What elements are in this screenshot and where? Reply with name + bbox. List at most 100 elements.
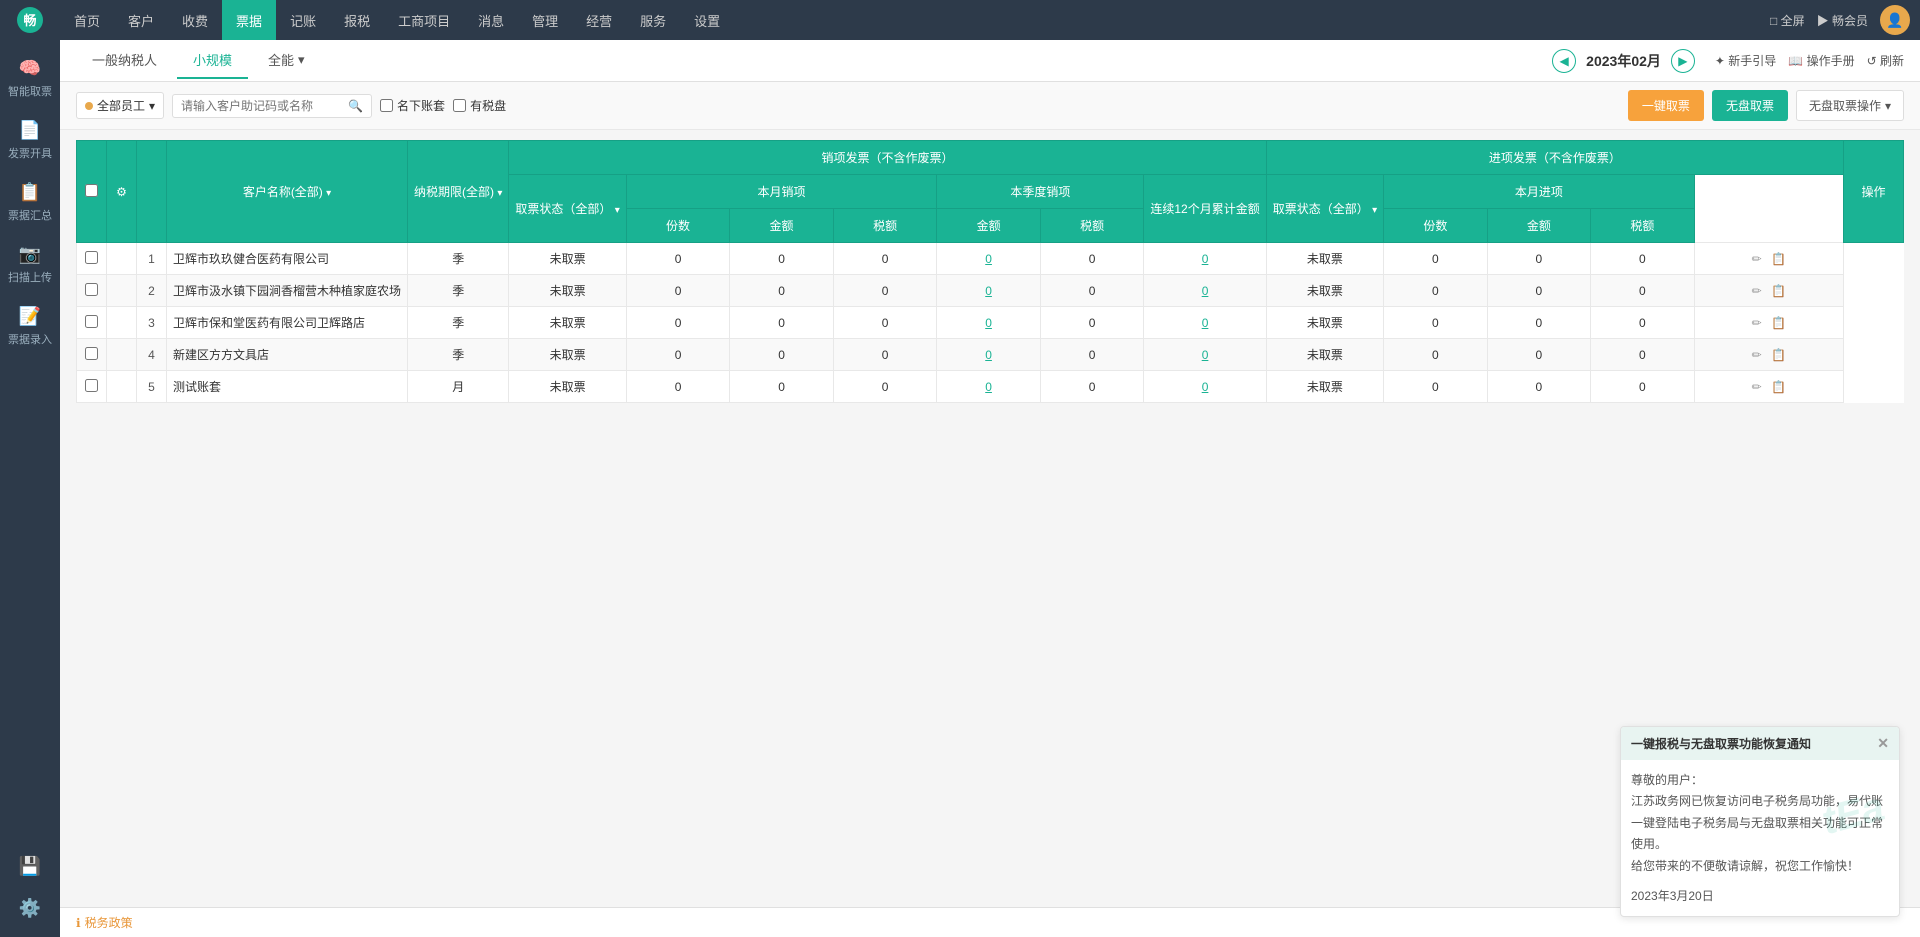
sidebar-item-issue-invoice[interactable]: 📄 发票开具: [2, 112, 58, 169]
smart-invoice-icon: 🧠: [19, 58, 41, 79]
own-accounts-checkbox[interactable]: [380, 99, 393, 112]
row-detail-icon[interactable]: 📋: [1771, 284, 1786, 298]
fullscreen-btn[interactable]: □ 全屏: [1770, 12, 1805, 29]
sales-12m-link[interactable]: 0: [1202, 348, 1209, 362]
row-action-cell: [107, 339, 137, 371]
table-row: 2 卫辉市汲水镇下园涧香榴营木种植家庭农场 季 未取票 0 0 0 0 0 0 …: [77, 275, 1904, 307]
row-checkbox[interactable]: [85, 379, 98, 392]
sidebar-item-smart-invoice[interactable]: 🧠 智能取票: [2, 50, 58, 107]
sidebar-label-issue: 发票开具: [8, 145, 52, 161]
row-checkbox[interactable]: [85, 283, 98, 296]
tax-policy-link[interactable]: 税务政策: [85, 914, 133, 931]
tab-all[interactable]: 全能 ▾: [252, 42, 321, 79]
row-tax-period: 季: [408, 339, 509, 371]
sidebar-item-entry[interactable]: 📝 票据录入: [2, 298, 58, 355]
nav-operations[interactable]: 经营: [572, 0, 626, 40]
row-tax-period: 季: [408, 243, 509, 275]
nodisk-ops-chevron-icon: ▾: [1885, 99, 1891, 113]
new-guide-btn[interactable]: ✦ 新手引导: [1715, 52, 1776, 69]
th-sales-quarter: 本季度销项: [937, 175, 1144, 209]
row-sales-quarter-tax: 0: [1040, 275, 1144, 307]
th-sales-month-tax: 税额: [833, 209, 937, 243]
nav-invoice[interactable]: 票据: [222, 0, 276, 40]
sales-quarter-link[interactable]: 0: [985, 252, 992, 266]
sidebar-settings-icon[interactable]: ⚙️: [2, 890, 58, 927]
row-action-cell: [107, 307, 137, 339]
row-operations: ✏ 📋: [1694, 307, 1843, 339]
row-sales-month-tax: 0: [833, 371, 937, 403]
table-settings-icon[interactable]: ⚙: [116, 185, 127, 199]
select-all-checkbox[interactable]: [85, 184, 98, 197]
table-row: 4 新建区方方文具店 季 未取票 0 0 0 0 0 0 未取票 0 0 0 ✏…: [77, 339, 1904, 371]
nav-service[interactable]: 服务: [626, 0, 680, 40]
row-sales-status: 未取票: [509, 339, 626, 371]
row-purchase-month-amount: 0: [1487, 339, 1591, 371]
row-edit-icon[interactable]: ✏: [1752, 316, 1762, 330]
sales-12m-link[interactable]: 0: [1202, 284, 1209, 298]
next-period-btn[interactable]: ▶: [1671, 49, 1695, 73]
employee-select-dropdown[interactable]: 全部员工 ▾: [76, 92, 164, 119]
sales-12m-link[interactable]: 0: [1202, 316, 1209, 330]
tab-general-taxpayer[interactable]: 一般纳税人: [76, 42, 173, 79]
sales-quarter-link[interactable]: 0: [985, 380, 992, 394]
row-operations: ✏ 📋: [1694, 339, 1843, 371]
row-edit-icon[interactable]: ✏: [1752, 284, 1762, 298]
row-purchase-month-tax: 0: [1591, 339, 1695, 371]
sales-12m-link[interactable]: 0: [1202, 252, 1209, 266]
row-detail-icon[interactable]: 📋: [1771, 348, 1786, 362]
row-checkbox[interactable]: [85, 315, 98, 328]
search-box[interactable]: 🔍: [172, 94, 372, 118]
row-purchase-status: 未取票: [1266, 307, 1383, 339]
sidebar-label-smart-invoice: 智能取票: [8, 83, 52, 99]
notification-close-btn[interactable]: ✕: [1877, 735, 1889, 752]
nav-tax[interactable]: 报税: [330, 0, 384, 40]
sales-quarter-link[interactable]: 0: [985, 316, 992, 330]
nav-manage[interactable]: 管理: [518, 0, 572, 40]
nav-customer[interactable]: 客户: [114, 0, 168, 40]
nav-items: 首页 客户 收费 票据 记账 报税 工商项目 消息 管理 经营 服务 设置: [60, 0, 1770, 40]
row-edit-icon[interactable]: ✏: [1752, 348, 1762, 362]
table-row: 5 测试账套 月 未取票 0 0 0 0 0 0 未取票 0 0 0 ✏ 📋: [77, 371, 1904, 403]
refresh-btn[interactable]: ↺ 刷新: [1867, 52, 1904, 69]
member-btn[interactable]: ▶ 畅会员: [1817, 12, 1868, 29]
th-checkbox: [77, 141, 107, 243]
nav-accounting[interactable]: 记账: [276, 0, 330, 40]
nav-billing[interactable]: 收费: [168, 0, 222, 40]
nav-settings[interactable]: 设置: [680, 0, 734, 40]
prev-period-btn[interactable]: ◀: [1552, 49, 1576, 73]
sales-quarter-link[interactable]: 0: [985, 284, 992, 298]
tab-small-scale[interactable]: 小规模: [177, 42, 248, 79]
row-edit-icon[interactable]: ✏: [1752, 380, 1762, 394]
sales-12m-link[interactable]: 0: [1202, 380, 1209, 394]
sidebar-item-scan[interactable]: 📷 扫描上传: [2, 236, 58, 293]
manual-btn[interactable]: 📖 操作手册: [1788, 52, 1854, 69]
row-detail-icon[interactable]: 📋: [1771, 380, 1786, 394]
nodisk-fetch-btn[interactable]: 无盘取票: [1712, 90, 1788, 121]
sales-quarter-link[interactable]: 0: [985, 348, 992, 362]
row-purchase-month-count: 0: [1384, 339, 1488, 371]
own-accounts-checkbox-label[interactable]: 名下账套: [380, 97, 445, 114]
user-avatar[interactable]: 👤: [1880, 5, 1910, 35]
row-detail-icon[interactable]: 📋: [1771, 316, 1786, 330]
sidebar-download-icon[interactable]: 💾: [2, 848, 58, 885]
nav-home[interactable]: 首页: [60, 0, 114, 40]
row-checkbox[interactable]: [85, 251, 98, 264]
sidebar-item-summary[interactable]: 📋 票据汇总: [2, 174, 58, 231]
row-edit-icon[interactable]: ✏: [1752, 252, 1762, 266]
nav-business[interactable]: 工商项目: [384, 0, 464, 40]
row-customer-name: 卫辉市汲水镇下园涧香榴营木种植家庭农场: [167, 275, 408, 307]
row-purchase-month-tax: 0: [1591, 243, 1695, 275]
search-input[interactable]: [181, 99, 344, 113]
th-purchase-month-tax: 税额: [1591, 209, 1695, 243]
nav-message[interactable]: 消息: [464, 0, 518, 40]
sidebar-label-scan: 扫描上传: [8, 269, 52, 285]
row-checkbox[interactable]: [85, 347, 98, 360]
oneclick-fetch-btn[interactable]: 一键取票: [1628, 90, 1704, 121]
row-action-cell: [107, 243, 137, 275]
has-taxdisk-checkbox-label[interactable]: 有税盘: [453, 97, 506, 114]
has-taxdisk-checkbox[interactable]: [453, 99, 466, 112]
row-purchase-month-amount: 0: [1487, 307, 1591, 339]
row-detail-icon[interactable]: 📋: [1771, 252, 1786, 266]
row-sales-quarter-tax: 0: [1040, 371, 1144, 403]
nodisk-ops-btn[interactable]: 无盘取票操作 ▾: [1796, 90, 1904, 121]
